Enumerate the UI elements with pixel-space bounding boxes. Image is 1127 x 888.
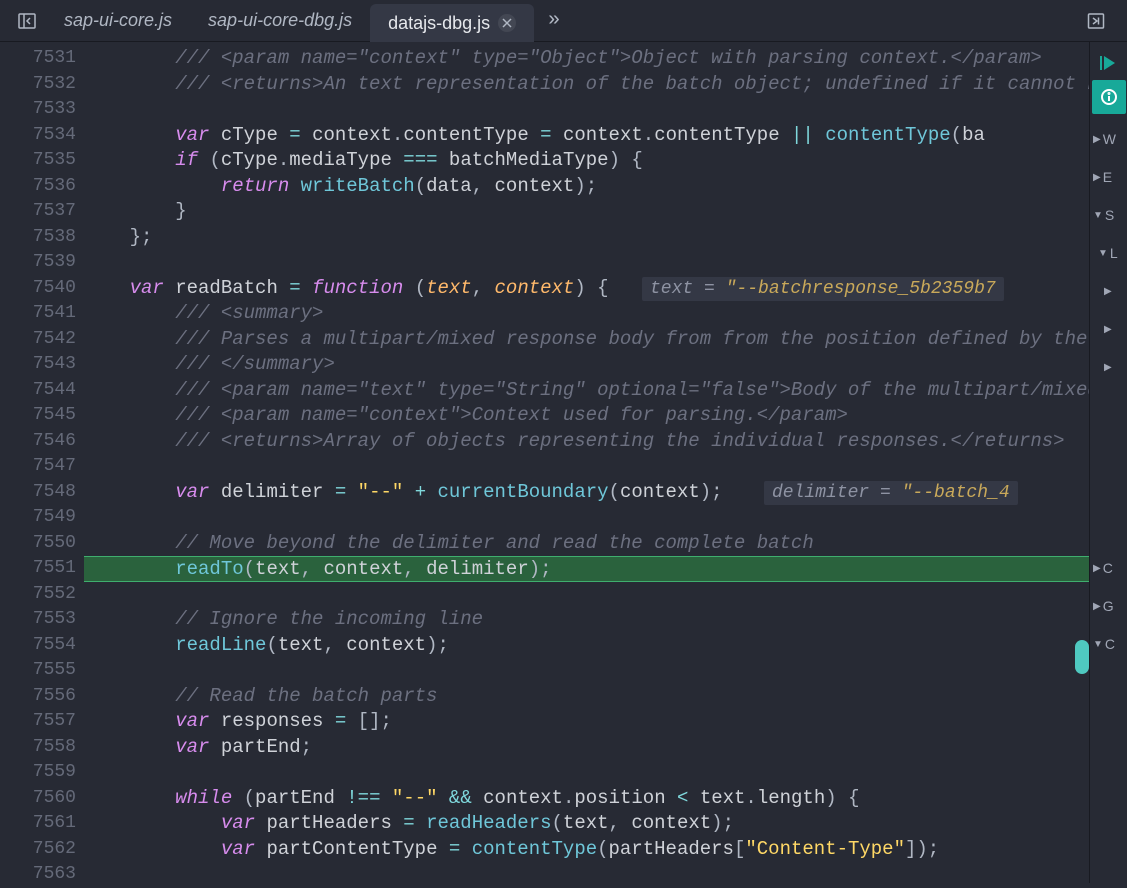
code-line[interactable] [84, 862, 1089, 883]
tab-bar: sap-ui-core.js sap-ui-core-dbg.js datajs… [0, 0, 1127, 42]
code-line[interactable]: }; [84, 225, 1089, 251]
code-line[interactable] [84, 505, 1089, 531]
line-number: 7563 [0, 862, 76, 888]
tab-sap-ui-core-dbg[interactable]: sap-ui-core-dbg.js [190, 0, 370, 41]
debug-section-scope[interactable]: ▼S [1090, 196, 1127, 234]
code-line[interactable] [84, 582, 1089, 608]
code-line[interactable]: if (cType.mediaType === batchMediaType) … [84, 148, 1089, 174]
line-number: 7543 [0, 352, 76, 378]
code-line[interactable]: /// <param name="text" type="String" opt… [84, 378, 1089, 404]
code-line[interactable] [84, 454, 1089, 480]
line-number: 7562 [0, 837, 76, 863]
tabs: sap-ui-core.js sap-ui-core-dbg.js datajs… [46, 0, 534, 41]
sidebar-toggle-icon[interactable] [8, 2, 46, 40]
code-line[interactable]: /// </summary> [84, 352, 1089, 378]
line-number: 7556 [0, 684, 76, 710]
line-number: 7534 [0, 123, 76, 149]
line-number-gutter: 7531753275337534753575367537753875397540… [0, 42, 84, 883]
line-number: 7559 [0, 760, 76, 786]
code-line[interactable]: var partEnd; [84, 735, 1089, 761]
step-to-end-icon[interactable] [1077, 2, 1115, 40]
line-number: 7536 [0, 174, 76, 200]
line-number: 7554 [0, 633, 76, 659]
line-number: 7558 [0, 735, 76, 761]
resume-icon[interactable] [1092, 46, 1126, 80]
tab-label: sap-ui-core-dbg.js [208, 10, 352, 31]
code-line[interactable]: /// <returns>Array of objects representi… [84, 429, 1089, 455]
close-icon[interactable] [498, 14, 516, 32]
code-line[interactable] [84, 760, 1089, 786]
debug-section-item[interactable]: ▶ [1090, 272, 1127, 310]
line-number: 7550 [0, 531, 76, 557]
overflow-tabs-icon[interactable]: » [534, 9, 574, 32]
debug-section-closure[interactable]: ▶C [1090, 549, 1127, 587]
code-line[interactable]: /// <summary> [84, 301, 1089, 327]
line-number: 7552 [0, 582, 76, 608]
line-number: 7561 [0, 811, 76, 837]
code-line[interactable]: } [84, 199, 1089, 225]
code-line[interactable] [84, 250, 1089, 276]
line-number: 7533 [0, 97, 76, 123]
code-line[interactable]: var partContentType = contentType(partHe… [84, 837, 1089, 863]
code-line[interactable]: // Ignore the incoming line [84, 607, 1089, 633]
debug-section-callstack[interactable]: ▼C [1090, 625, 1127, 663]
line-number: 7551 [0, 556, 76, 582]
code-line[interactable]: var cType = context.contentType = contex… [84, 123, 1089, 149]
code-line[interactable]: readTo(text, context, delimiter); [84, 556, 1089, 582]
line-number: 7546 [0, 429, 76, 455]
debug-section-item[interactable]: ▶ [1090, 310, 1127, 348]
info-icon[interactable] [1092, 80, 1126, 114]
code-line[interactable] [84, 97, 1089, 123]
line-number: 7549 [0, 505, 76, 531]
line-number: 7532 [0, 72, 76, 98]
tab-label: datajs-dbg.js [388, 13, 490, 34]
code-line[interactable]: readLine(text, context); [84, 633, 1089, 659]
code-editor[interactable]: /// <param name="context" type="Object">… [84, 42, 1089, 883]
line-number: 7531 [0, 46, 76, 72]
code-line[interactable]: /// <param name="context">Context used f… [84, 403, 1089, 429]
line-number: 7535 [0, 148, 76, 174]
code-line[interactable]: var delimiter = "--" + currentBoundary(c… [84, 480, 1089, 506]
line-number: 7547 [0, 454, 76, 480]
debug-sidebar: ▶W ▶E ▼S ▼L ▶ ▶ ▶ ▶C ▶G ▼C [1089, 42, 1127, 883]
code-line[interactable]: var responses = []; [84, 709, 1089, 735]
line-number: 7553 [0, 607, 76, 633]
code-line[interactable]: var readBatch = function (text, context)… [84, 276, 1089, 302]
tab-datajs-dbg[interactable]: datajs-dbg.js [370, 4, 534, 42]
code-line[interactable]: var partHeaders = readHeaders(text, cont… [84, 811, 1089, 837]
line-number: 7538 [0, 225, 76, 251]
line-number: 7539 [0, 250, 76, 276]
code-line[interactable]: // Read the batch parts [84, 684, 1089, 710]
debug-section-breakpoints[interactable]: ▶E [1090, 158, 1127, 196]
line-number: 7544 [0, 378, 76, 404]
line-number: 7560 [0, 786, 76, 812]
line-number: 7542 [0, 327, 76, 353]
line-number: 7555 [0, 658, 76, 684]
code-line[interactable]: while (partEnd !== "--" && context.posit… [84, 786, 1089, 812]
line-number: 7548 [0, 480, 76, 506]
debug-section-item[interactable]: ▶ [1090, 348, 1127, 386]
inlay-hint: delimiter = "--batch_4 [764, 481, 1018, 505]
line-number: 7537 [0, 199, 76, 225]
tab-label: sap-ui-core.js [64, 10, 172, 31]
code-line[interactable] [84, 658, 1089, 684]
code-line[interactable]: /// <param name="context" type="Object">… [84, 46, 1089, 72]
code-line[interactable]: // Move beyond the delimiter and read th… [84, 531, 1089, 557]
line-number: 7557 [0, 709, 76, 735]
line-number: 7545 [0, 403, 76, 429]
debug-section-watch[interactable]: ▶W [1090, 120, 1127, 158]
code-line[interactable]: /// <returns>An text representation of t… [84, 72, 1089, 98]
debug-section-global[interactable]: ▶G [1090, 587, 1127, 625]
tab-sap-ui-core[interactable]: sap-ui-core.js [46, 0, 190, 41]
debug-section-local[interactable]: ▼L [1090, 234, 1127, 272]
inlay-hint: text = "--batchresponse_5b2359b7 [642, 277, 1004, 301]
line-number: 7541 [0, 301, 76, 327]
line-number: 7540 [0, 276, 76, 302]
code-line[interactable]: return writeBatch(data, context); [84, 174, 1089, 200]
code-line[interactable]: /// Parses a multipart/mixed response bo… [84, 327, 1089, 353]
